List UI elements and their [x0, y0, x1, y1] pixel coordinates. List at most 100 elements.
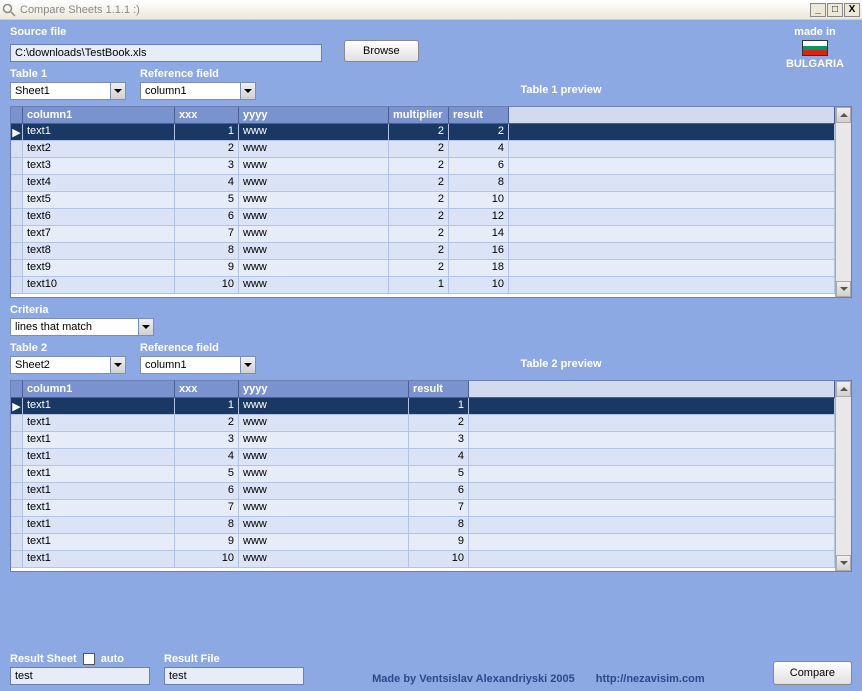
- col-header[interactable]: xxx: [175, 107, 239, 123]
- col-header[interactable]: yyyy: [239, 381, 409, 397]
- cell[interactable]: www: [239, 517, 409, 534]
- cell[interactable]: 5: [175, 192, 239, 209]
- table-row[interactable]: text1010www110: [11, 277, 835, 294]
- ref2-select[interactable]: [140, 356, 256, 374]
- cell[interactable]: text9: [23, 260, 175, 277]
- cell[interactable]: 3: [175, 158, 239, 175]
- cell[interactable]: text1: [23, 449, 175, 466]
- cell[interactable]: 8: [449, 175, 509, 192]
- cell[interactable]: www: [239, 277, 389, 294]
- cell[interactable]: 9: [175, 260, 239, 277]
- cell[interactable]: text6: [23, 209, 175, 226]
- cell[interactable]: text1: [23, 124, 175, 141]
- cell[interactable]: www: [239, 466, 409, 483]
- source-file-input[interactable]: [10, 44, 322, 62]
- cell[interactable]: 1: [409, 398, 469, 415]
- cell[interactable]: text3: [23, 158, 175, 175]
- table2-value[interactable]: [10, 356, 110, 374]
- cell[interactable]: 6: [175, 209, 239, 226]
- cell[interactable]: text7: [23, 226, 175, 243]
- cell[interactable]: www: [239, 260, 389, 277]
- browse-button[interactable]: Browse: [344, 40, 419, 62]
- cell[interactable]: text8: [23, 243, 175, 260]
- table-row[interactable]: text22www24: [11, 141, 835, 158]
- cell[interactable]: 2: [389, 260, 449, 277]
- minimize-button[interactable]: _: [810, 3, 826, 17]
- table-row[interactable]: text33www26: [11, 158, 835, 175]
- cell[interactable]: www: [239, 534, 409, 551]
- cell[interactable]: 2: [389, 124, 449, 141]
- cell[interactable]: 9: [175, 534, 239, 551]
- cell[interactable]: 8: [175, 243, 239, 260]
- auto-checkbox[interactable]: [83, 653, 95, 665]
- cell[interactable]: 1: [175, 124, 239, 141]
- cell[interactable]: www: [239, 398, 409, 415]
- chevron-down-icon[interactable]: [110, 356, 126, 374]
- table-row[interactable]: text19www9: [11, 534, 835, 551]
- col-header[interactable]: xxx: [175, 381, 239, 397]
- table-row[interactable]: text16www6: [11, 483, 835, 500]
- cell[interactable]: 1: [389, 277, 449, 294]
- col-header[interactable]: column1: [23, 107, 175, 123]
- cell[interactable]: 10: [409, 551, 469, 568]
- col-header[interactable]: result: [409, 381, 469, 397]
- cell[interactable]: 10: [175, 551, 239, 568]
- cell[interactable]: www: [239, 124, 389, 141]
- cell[interactable]: 14: [449, 226, 509, 243]
- cell[interactable]: 4: [449, 141, 509, 158]
- cell[interactable]: text4: [23, 175, 175, 192]
- chevron-down-icon[interactable]: [138, 318, 154, 336]
- cell[interactable]: 10: [449, 277, 509, 294]
- cell[interactable]: 8: [175, 517, 239, 534]
- result-file-input[interactable]: [164, 667, 304, 685]
- cell[interactable]: text1: [23, 483, 175, 500]
- cell[interactable]: 2: [389, 226, 449, 243]
- cell[interactable]: 10: [449, 192, 509, 209]
- cell[interactable]: 16: [449, 243, 509, 260]
- table-row[interactable]: text13www3: [11, 432, 835, 449]
- result-sheet-input[interactable]: [10, 667, 150, 685]
- table1-value[interactable]: [10, 82, 110, 100]
- close-button[interactable]: X: [844, 3, 860, 17]
- table1-scrollbar[interactable]: [835, 107, 851, 297]
- table-row[interactable]: text110www10: [11, 551, 835, 568]
- scroll-down-icon[interactable]: [836, 555, 851, 571]
- table-row[interactable]: text66www212: [11, 209, 835, 226]
- ref1-select[interactable]: [140, 82, 256, 100]
- ref2-value[interactable]: [140, 356, 240, 374]
- cell[interactable]: www: [239, 483, 409, 500]
- cell[interactable]: www: [239, 141, 389, 158]
- cell[interactable]: text1: [23, 534, 175, 551]
- cell[interactable]: text1: [23, 517, 175, 534]
- cell[interactable]: www: [239, 243, 389, 260]
- cell[interactable]: 7: [409, 500, 469, 517]
- cell[interactable]: www: [239, 158, 389, 175]
- col-header[interactable]: column1: [23, 381, 175, 397]
- cell[interactable]: www: [239, 192, 389, 209]
- cell[interactable]: www: [239, 432, 409, 449]
- col-header[interactable]: yyyy: [239, 107, 389, 123]
- cell[interactable]: text1: [23, 466, 175, 483]
- cell[interactable]: 10: [175, 277, 239, 294]
- chevron-down-icon[interactable]: [110, 82, 126, 100]
- cell[interactable]: 4: [409, 449, 469, 466]
- cell[interactable]: 2: [389, 158, 449, 175]
- ref1-value[interactable]: [140, 82, 240, 100]
- table-row[interactable]: text18www8: [11, 517, 835, 534]
- table2-scrollbar[interactable]: [835, 381, 851, 571]
- table-row[interactable]: text99www218: [11, 260, 835, 277]
- cell[interactable]: 7: [175, 226, 239, 243]
- table-row[interactable]: text44www28: [11, 175, 835, 192]
- cell[interactable]: 6: [409, 483, 469, 500]
- chevron-down-icon[interactable]: [240, 82, 256, 100]
- scroll-up-icon[interactable]: [836, 381, 851, 397]
- cell[interactable]: 5: [409, 466, 469, 483]
- cell[interactable]: text1: [23, 500, 175, 517]
- cell[interactable]: 2: [389, 209, 449, 226]
- criteria-value[interactable]: [10, 318, 138, 336]
- cell[interactable]: www: [239, 500, 409, 517]
- scroll-down-icon[interactable]: [836, 281, 851, 297]
- cell[interactable]: text1: [23, 398, 175, 415]
- cell[interactable]: text1: [23, 432, 175, 449]
- cell[interactable]: 4: [175, 449, 239, 466]
